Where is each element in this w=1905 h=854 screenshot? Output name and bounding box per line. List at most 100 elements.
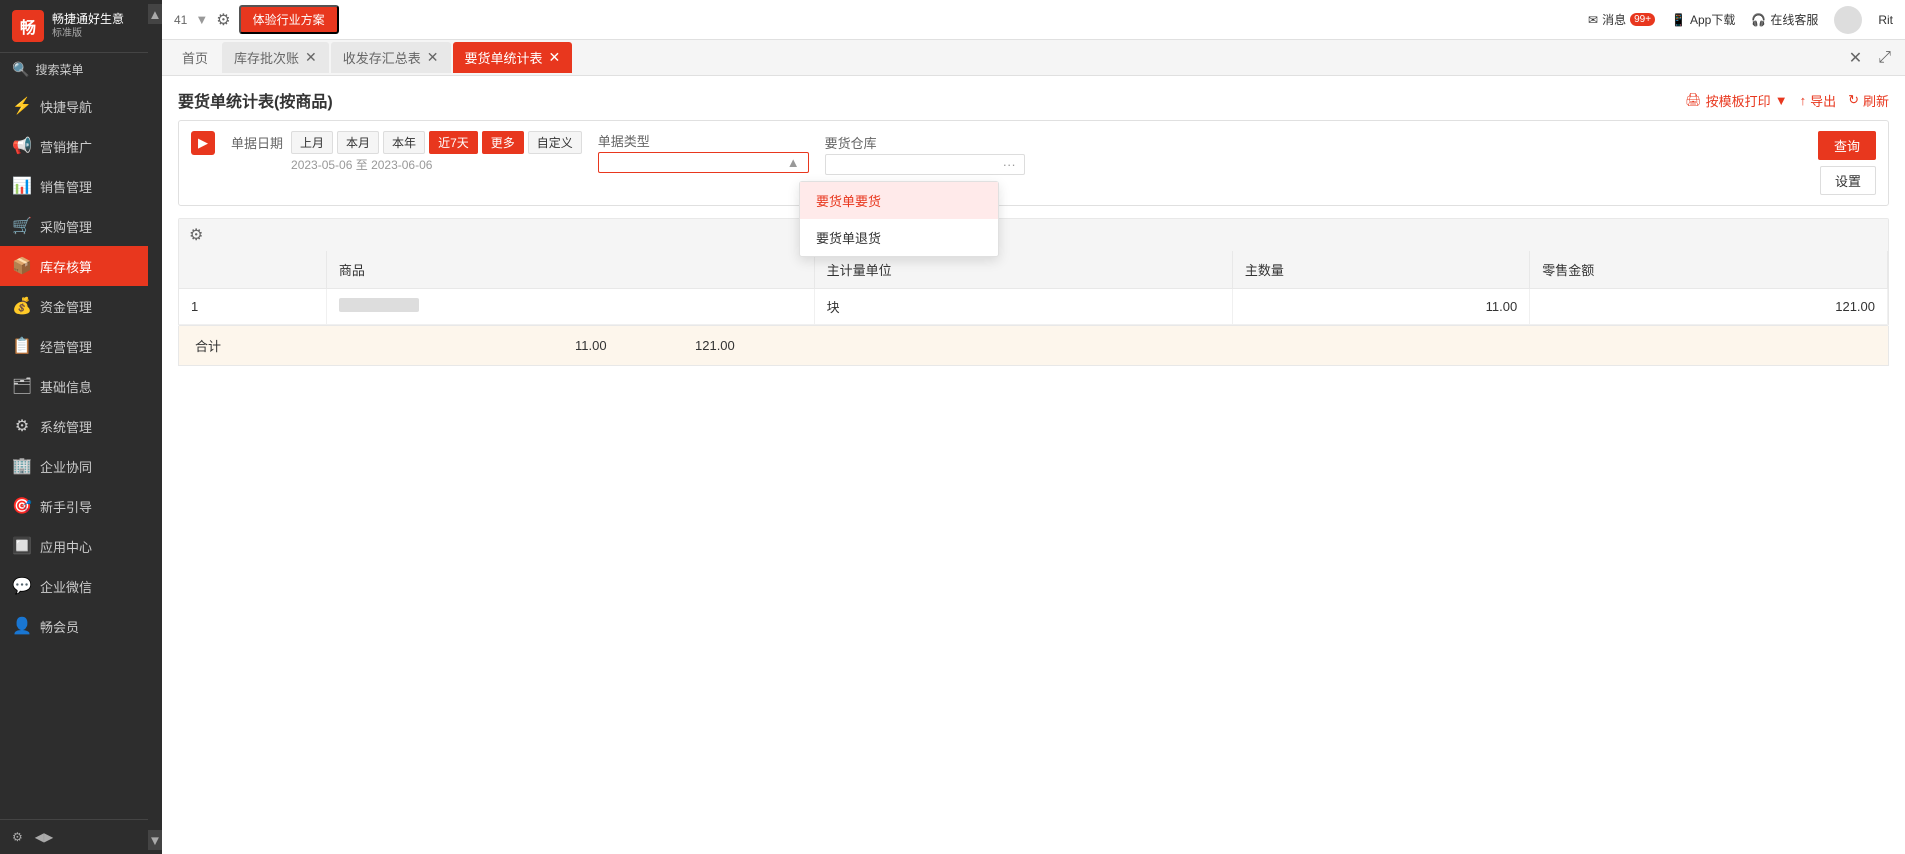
btn-this-year[interactable]: 本年 [383, 131, 425, 154]
filter-date-group: 单据日期 上月 本月 本年 近7天 更多 自定义 2023-05-06 至 20… [231, 131, 582, 173]
sidebar-nav: ⚡ 快捷导航 📢 营销推广 📊 销售管理 🛒 采购管理 📦 库存核算 💰 资金管… [0, 86, 148, 819]
table-gear-icon[interactable]: ⚙ [189, 225, 203, 245]
refresh-button[interactable]: ↻ 刷新 [1848, 91, 1889, 110]
sidebar-item-operation[interactable]: 📋 经营管理 [0, 326, 148, 366]
filter-actions: 查询 设置 [1818, 131, 1876, 195]
footer-amount: 121.00 [695, 338, 815, 353]
topbar-left: 41 ▼ ⚙ 体验行业方案 [174, 5, 1576, 34]
search-icon: 🔍 [12, 61, 29, 78]
message-button[interactable]: ✉ 消息 99+ [1588, 11, 1655, 28]
ellipsis-icon[interactable]: ··· [1003, 157, 1016, 172]
cell-product [326, 289, 814, 325]
type-input-field[interactable] [607, 155, 787, 170]
chevron-up-icon[interactable]: ▲ [787, 155, 800, 170]
btn-last-month[interactable]: 上月 [291, 131, 333, 154]
filter-date-buttons: 上月 本月 本年 近7天 更多 自定义 [291, 131, 582, 154]
sidebar-item-finance[interactable]: 💰 资金管理 [0, 286, 148, 326]
filter-expand-button[interactable]: ▶ [191, 131, 215, 155]
sidebar-item-purchase[interactable]: 🛒 采购管理 [0, 206, 148, 246]
message-icon: ✉ [1588, 13, 1598, 27]
settings-button[interactable]: ⚙ [12, 830, 23, 844]
print-button[interactable]: 🖨 按模板打印 ▼ [1685, 91, 1787, 110]
refresh-icon: ↻ [1848, 92, 1859, 108]
page-title: 要货单统计表(按商品) [178, 88, 333, 112]
tab-close-icon[interactable]: ✕ [305, 49, 317, 66]
tab-close-icon[interactable]: ✕ [427, 49, 439, 66]
logo-text: 畅捷通好生意 标准版 [52, 12, 124, 41]
page-actions: 🖨 按模板打印 ▼ ↑ 导出 ↻ 刷新 [1685, 91, 1889, 110]
chevron-down-icon[interactable]: ▼ [195, 12, 208, 27]
cell-index: 1 [179, 289, 326, 325]
sidebar-item-marketing[interactable]: 📢 营销推广 [0, 126, 148, 166]
nav-icon: ⚡ [12, 96, 32, 116]
btn-more[interactable]: 更多 [482, 131, 524, 154]
sidebar: 畅 畅捷通好生意 标准版 🔍 搜索菜单 ⚡ 快捷导航 📢 营销推广 📊 销售管理… [0, 0, 148, 854]
type-dropdown: 要货单要货 要货单退货 [799, 181, 999, 257]
sidebar-item-newbie[interactable]: 🎯 新手引导 [0, 486, 148, 526]
content-area: 要货单统计表(按商品) 🖨 按模板打印 ▼ ↑ 导出 ↻ 刷新 ▶ [162, 76, 1905, 854]
nav-icon: 👤 [12, 616, 32, 636]
sidebar-item-inventory[interactable]: 📦 库存核算 [0, 246, 148, 286]
sidebar-item-wechat[interactable]: 💬 企业微信 [0, 566, 148, 606]
tabs-actions: ✕ ⤢ [1843, 46, 1897, 70]
app-download-button[interactable]: 📱 App下载 [1671, 11, 1735, 28]
collapse-button[interactable]: ◀▶ [35, 830, 53, 844]
scroll-down-button[interactable]: ▼ [148, 830, 162, 850]
nav-icon: 🏢 [12, 456, 32, 476]
print-chevron-icon: ▼ [1775, 93, 1788, 108]
table-toolbar: ⚙ [179, 219, 1888, 251]
print-icon: 🖨 [1685, 92, 1702, 108]
sidebar-item-apps[interactable]: 🔲 应用中心 [0, 526, 148, 566]
data-table: 商品 主计量单位 主数量 零售金额 1 块 11.00 121.00 [179, 251, 1888, 325]
table-header: 商品 主计量单位 主数量 零售金额 [179, 251, 1888, 289]
trial-button[interactable]: 体验行业方案 [239, 5, 339, 34]
avatar[interactable] [1834, 6, 1862, 34]
dropdown-item-requisition-order[interactable]: 要货单要货 [800, 182, 998, 219]
nav-icon: 📊 [12, 176, 32, 196]
tab-inventory-batch[interactable]: 库存批次账 ✕ [222, 42, 329, 73]
dropdown-item-requisition-return[interactable]: 要货单退货 [800, 219, 998, 256]
query-button[interactable]: 查询 [1818, 131, 1876, 160]
scroll-up-button[interactable]: ▲ [148, 4, 162, 24]
btn-custom[interactable]: 自定义 [528, 131, 582, 154]
cell-amount: 121.00 [1530, 289, 1888, 325]
sidebar-item-quick-nav[interactable]: ⚡ 快捷导航 [0, 86, 148, 126]
setting-button[interactable]: 设置 [1820, 166, 1876, 195]
topbar: 41 ▼ ⚙ 体验行业方案 ✉ 消息 99+ 📱 App下载 🎧 在线客服 Ri… [162, 0, 1905, 40]
sidebar-item-system[interactable]: ⚙ 系统管理 [0, 406, 148, 446]
table-footer: 合计 11.00 121.00 [178, 326, 1889, 366]
sidebar-logo: 畅 畅捷通好生意 标准版 [0, 0, 148, 53]
nav-icon: 💰 [12, 296, 32, 316]
tab-expand-button[interactable]: ⤢ [1872, 47, 1897, 69]
filter-warehouse-input[interactable]: ··· [825, 154, 1025, 175]
tab-close-icon[interactable]: ✕ [549, 49, 561, 66]
tab-requisition-summary[interactable]: 要货单统计表 ✕ [453, 42, 573, 73]
tab-home[interactable]: 首页 [170, 42, 220, 73]
col-product: 商品 [326, 251, 814, 289]
nav-icon: 📋 [12, 336, 32, 356]
service-button[interactable]: 🎧 在线客服 [1751, 11, 1818, 28]
app-icon: 📱 [1671, 13, 1686, 27]
filter-warehouse-group: 要货仓库 ··· [825, 131, 1025, 175]
nav-icon: 🎯 [12, 496, 32, 516]
footer-quantity: 11.00 [575, 338, 695, 353]
tab-recv-summary[interactable]: 收发存汇总表 ✕ [331, 42, 451, 73]
filter-type-input[interactable]: ▲ [598, 152, 809, 173]
data-table-wrap: ⚙ 商品 主计量单位 主数量 零售金额 1 [178, 218, 1889, 326]
footer-label: 合计 [195, 336, 575, 355]
gear-icon[interactable]: ⚙ [216, 10, 230, 30]
username-label: Rit [1878, 13, 1893, 27]
nav-icon: 📢 [12, 136, 32, 156]
btn-last-7-days[interactable]: 近7天 [429, 131, 478, 154]
tab-close-all-button[interactable]: ✕ [1843, 46, 1868, 70]
sidebar-item-member[interactable]: 👤 畅会员 [0, 606, 148, 646]
sidebar-item-sales[interactable]: 📊 销售管理 [0, 166, 148, 206]
tab-bar: 首页 库存批次账 ✕ 收发存汇总表 ✕ 要货单统计表 ✕ ✕ ⤢ [162, 40, 1905, 76]
sidebar-item-basic[interactable]: 🗂 基础信息 [0, 366, 148, 406]
btn-this-month[interactable]: 本月 [337, 131, 379, 154]
sidebar-scroll: ▲ ▼ [148, 0, 162, 854]
sidebar-search[interactable]: 🔍 搜索菜单 [0, 53, 148, 86]
export-button[interactable]: ↑ 导出 [1800, 91, 1837, 110]
sidebar-item-enterprise[interactable]: 🏢 企业协同 [0, 446, 148, 486]
table-body: 1 块 11.00 121.00 [179, 289, 1888, 325]
